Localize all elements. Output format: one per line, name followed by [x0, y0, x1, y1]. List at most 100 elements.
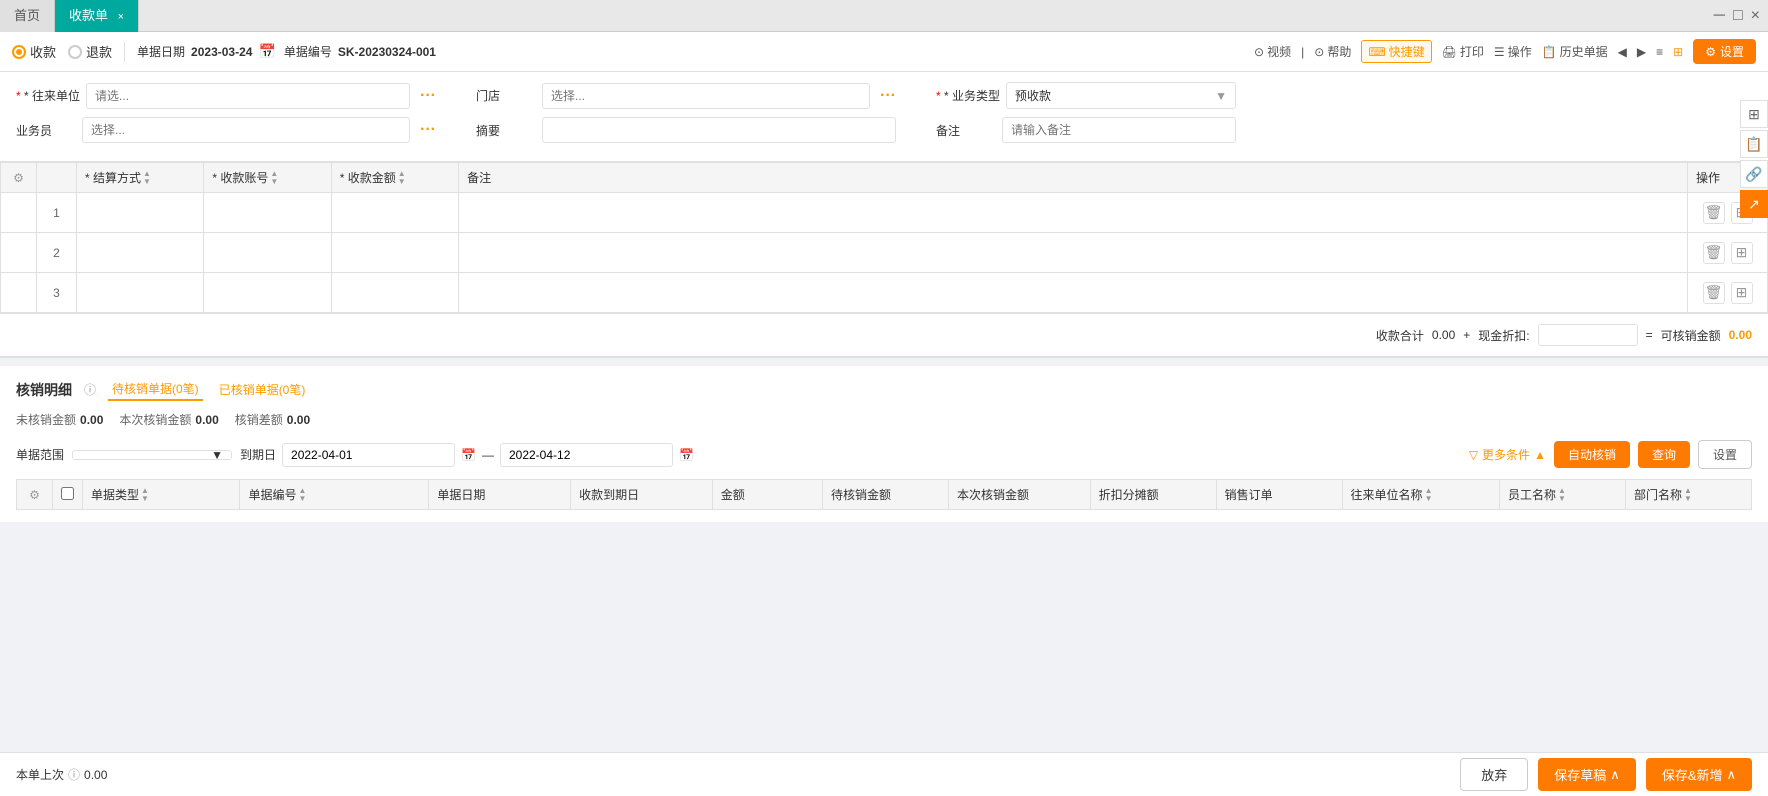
setting-button[interactable]: ⚙ 设置 [1693, 39, 1756, 64]
staff-field: 业务员 ··· [16, 117, 436, 143]
row2-copy-icon[interactable]: ⊞ [1731, 242, 1753, 264]
doc-num-field: 单据编号 SK-20230324-001 [284, 43, 436, 60]
cal-from-icon[interactable]: 📅 [461, 448, 476, 462]
verification-section: 核销明细 ⓘ 待核销单据(0笔) 已核销单据(0笔) 未核销金额 0.00 本次… [0, 366, 1768, 522]
store-input[interactable] [542, 83, 870, 109]
counterparty-field: * 往来单位 ··· [16, 83, 436, 109]
staff-input[interactable] [82, 117, 410, 143]
action-print[interactable]: 🖨 打印 [1442, 43, 1484, 60]
sidebar-icon-link[interactable]: 🔗 [1740, 160, 1768, 188]
action-history[interactable]: 📋 历史单据 [1542, 43, 1608, 60]
biz-type-select[interactable]: 预收款 ▼ [1006, 82, 1236, 109]
last-label: 本单上次 [16, 766, 64, 783]
radio-refund-dot [68, 45, 82, 59]
sidebar-icon-expand[interactable]: ↗ [1740, 190, 1768, 218]
nav-right-icon[interactable]: ▶ [1637, 45, 1646, 59]
row3-config [1, 273, 37, 313]
th-amount: * 收款金额 ▲▼ [331, 163, 458, 193]
window-max-icon[interactable]: □ [1733, 7, 1743, 25]
footer-info: 本单上次 ⓘ 0.00 [16, 766, 107, 783]
list-view-icon[interactable]: ≡ [1656, 45, 1663, 59]
date-from-input[interactable] [282, 443, 455, 467]
radio-refund[interactable]: 退款 [68, 42, 112, 61]
verify-info-icon[interactable]: ⓘ [84, 381, 96, 398]
row2-settlement[interactable] [77, 233, 204, 273]
doc-date-value[interactable]: 2023-03-24 [191, 45, 252, 59]
help-icon: ⊙ [1314, 45, 1324, 59]
tab-home[interactable]: 首页 [0, 0, 55, 32]
grid-view-icon[interactable]: ⊞ [1673, 45, 1683, 59]
row1-delete-icon[interactable]: 🗑 [1703, 202, 1725, 224]
store-label: 门店 [476, 87, 536, 104]
row3-settlement[interactable] [77, 273, 204, 313]
sidebar-icon-grid[interactable]: ⊞ [1740, 100, 1768, 128]
row2-account[interactable] [204, 233, 331, 273]
bt-th-config[interactable]: ⚙ [17, 480, 53, 510]
bt-th-staff: 员工名称 ▲▼ [1499, 480, 1625, 510]
footer: 本单上次 ⓘ 0.00 放弃 保存草稿 ∧ 保存&新增 ∧ [0, 752, 1768, 796]
action-ops[interactable]: ☰ 操作 [1494, 43, 1532, 60]
radio-collection[interactable]: 收款 [12, 42, 56, 61]
save-draft-button[interactable]: 保存草稿 ∧ [1538, 758, 1636, 791]
query-button[interactable]: 查询 [1638, 441, 1690, 468]
bt-th-dept: 部门名称 ▲▼ [1625, 480, 1751, 510]
summary-row: 收款合计 0.00 + 现金折扣: = 可核销金额 0.00 [0, 313, 1768, 358]
table-row: 1 🗑 ⊞ [1, 193, 1768, 233]
verify-stats: 未核销金额 0.00 本次核销金额 0.00 核销差额 0.00 [16, 411, 1752, 428]
tab-done[interactable]: 已核销单据(0笔) [215, 379, 310, 400]
counterparty-input[interactable] [86, 83, 410, 109]
doc-type-radio-group: 收款 退款 [12, 42, 112, 61]
tab-close-icon[interactable]: × [118, 11, 124, 23]
remark-input[interactable] [1002, 117, 1236, 143]
form-area: * 往来单位 ··· 门店 ··· * 业务类型 预收款 ▼ 业务员 ··· 摘… [0, 72, 1768, 162]
row3-account[interactable] [204, 273, 331, 313]
auto-verify-button[interactable]: 自动核销 [1554, 441, 1630, 468]
nav-left-icon[interactable]: ◀ [1618, 45, 1627, 59]
action-help[interactable]: ⊙ 帮助 [1314, 43, 1351, 60]
total-value: 0.00 [1432, 328, 1455, 342]
verify-setting-button[interactable]: 设置 [1698, 440, 1752, 469]
tab-collection[interactable]: 收款单 × [55, 0, 139, 32]
bt-th-amount: 金额 [712, 480, 822, 510]
abandon-button[interactable]: 放弃 [1460, 758, 1528, 791]
history-icon: 📋 [1542, 45, 1557, 59]
collection-table: ⚙ * 结算方式 ▲▼ * 收款账号 ▲▼ [0, 162, 1768, 313]
summary-input[interactable] [542, 117, 896, 143]
row2-delete-icon[interactable]: 🗑 [1703, 242, 1725, 264]
ops-icon: ☰ [1494, 45, 1505, 59]
row2-remark[interactable] [459, 233, 1688, 273]
footer-info-icon[interactable]: ⓘ [68, 766, 80, 783]
store-dots[interactable]: ··· [880, 87, 896, 105]
right-sidebar: ⊞ 📋 🔗 ↗ [1740, 100, 1768, 218]
staff-dots[interactable]: ··· [420, 121, 436, 139]
table-config-th[interactable]: ⚙ [1, 163, 37, 193]
counterparty-dots[interactable]: ··· [420, 87, 436, 105]
calendar-icon[interactable]: 📅 [258, 43, 275, 60]
action-shortcut[interactable]: ⌨ 快捷键 [1361, 40, 1431, 63]
verify-toolbar-left: 单据范围 ▼ 到期日 📅 — 📅 [16, 443, 694, 467]
row1-remark[interactable] [459, 193, 1688, 233]
row3-remark[interactable] [459, 273, 1688, 313]
counterparty-label: * 往来单位 [16, 87, 80, 104]
window-close-icon[interactable]: × [1751, 7, 1760, 25]
action-video[interactable]: ⊙ 视频 [1254, 43, 1291, 60]
row3-delete-icon[interactable]: 🗑 [1703, 282, 1725, 304]
sidebar-icon-doc[interactable]: 📋 [1740, 130, 1768, 158]
filter-btn[interactable]: ▽ 更多条件 ▲ [1469, 446, 1546, 463]
window-min-icon[interactable]: ─ [1714, 7, 1725, 25]
range-select[interactable]: ▼ [72, 450, 232, 460]
tab-bar: 首页 收款单 × ─ □ × [0, 0, 1768, 32]
discount-input[interactable] [1538, 324, 1638, 346]
date-to-input[interactable] [500, 443, 673, 467]
row3-copy-icon[interactable]: ⊞ [1731, 282, 1753, 304]
row2-amount[interactable] [331, 233, 458, 273]
cal-to-icon[interactable]: 📅 [679, 448, 694, 462]
row1-settlement[interactable] [77, 193, 204, 233]
row1-account[interactable] [204, 193, 331, 233]
table-wrapper: ⚙ * 结算方式 ▲▼ * 收款账号 ▲▼ [0, 162, 1768, 313]
check-all[interactable] [61, 487, 74, 500]
tab-pending[interactable]: 待核销单据(0笔) [108, 378, 203, 401]
save-new-button[interactable]: 保存&新增 ∧ [1646, 758, 1752, 791]
row3-amount[interactable] [331, 273, 458, 313]
row1-amount[interactable] [331, 193, 458, 233]
